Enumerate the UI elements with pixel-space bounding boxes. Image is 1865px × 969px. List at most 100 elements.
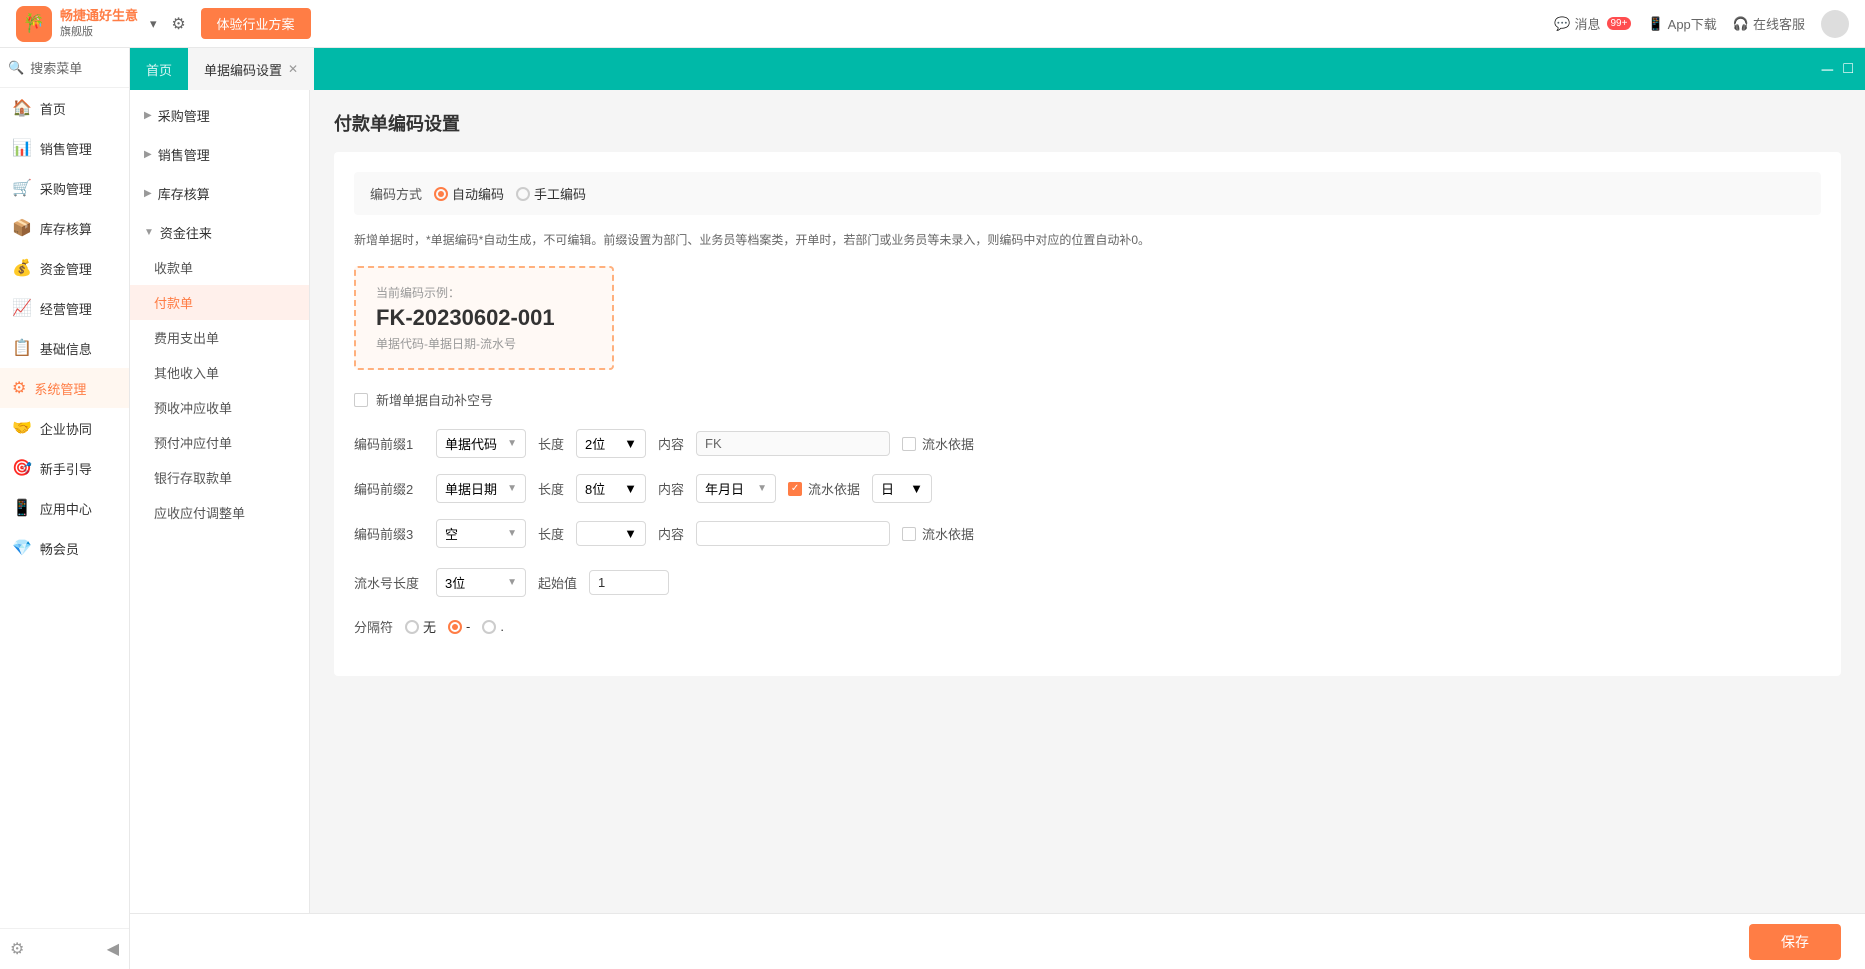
minimize-icon[interactable]: －: [1819, 57, 1835, 81]
messages-btn[interactable]: 💬 消息 99+: [1554, 14, 1631, 33]
sidebar-nav: 🏠 首页 📊 销售管理 🛒 采购管理 📦 库存核算 💰 资金管理 📈 经: [0, 88, 129, 928]
radio-none-icon: [405, 620, 419, 634]
sidebar-item-basic[interactable]: 📋 基础信息: [0, 328, 129, 368]
save-button[interactable]: 保存: [1749, 924, 1841, 960]
submenu-finance-title[interactable]: ▼ 资金往来: [130, 215, 309, 250]
submenu-item-advance-payment[interactable]: 预付冲应付单: [130, 425, 309, 460]
footer-collapse-icon[interactable]: ◀: [107, 939, 119, 959]
stream3-checkbox-row: 流水依据: [902, 524, 974, 543]
submenu-item-advance-receipt[interactable]: 预收冲应收单: [130, 390, 309, 425]
stream3-checkbox[interactable]: [902, 527, 916, 541]
length3-select[interactable]: ▼: [576, 521, 646, 546]
submenu-group-purchase: ▶ 采购管理: [130, 98, 309, 133]
chevron-down-icon: ▼: [507, 483, 517, 494]
stream2-checkbox-row: ✓ 流水依据: [788, 479, 860, 498]
stream2-period-select[interactable]: 日 ▼: [872, 474, 932, 503]
chevron-down-icon: ▼: [624, 436, 637, 451]
radio-dot-icon: [482, 620, 496, 634]
tab-close-icon[interactable]: ✕: [288, 62, 298, 76]
page-title: 付款单编码设置: [334, 110, 1841, 136]
submenu-item-bank[interactable]: 银行存取款单: [130, 460, 309, 495]
submenu-purchase-title[interactable]: ▶ 采购管理: [130, 98, 309, 133]
prefix3-select[interactable]: 空 ▼: [436, 519, 526, 548]
encoding-row1-label: 编码前缀1: [354, 434, 424, 453]
content3-label: 内容: [658, 524, 684, 543]
submenu-inventory-title[interactable]: ▶ 库存核算: [130, 176, 309, 211]
content1-input[interactable]: [696, 431, 890, 456]
sidebar-search[interactable]: 🔍 搜索菜单: [0, 48, 129, 88]
settings-icon-btn[interactable]: ⚙: [165, 10, 193, 38]
online-service-btn[interactable]: 🎧 在线客服: [1733, 14, 1805, 33]
length1-label: 长度: [538, 434, 564, 453]
length2-value: 8位: [585, 479, 605, 498]
serial-length-value: 3位: [445, 573, 465, 592]
footer-settings-icon[interactable]: ⚙: [10, 939, 24, 959]
submenu-item-expense[interactable]: 费用支出单: [130, 320, 309, 355]
submenu-inventory-label: 库存核算: [158, 184, 210, 203]
sidebar-item-guide[interactable]: 🎯 新手引导: [0, 448, 129, 488]
chevron-down-icon: ▼: [144, 227, 154, 238]
encoding-row2-label: 编码前缀2: [354, 479, 424, 498]
prefix1-select[interactable]: 单据代码 ▼: [436, 429, 526, 458]
serial-length-select[interactable]: 3位 ▼: [436, 568, 526, 597]
sidebar-item-label: 应用中心: [40, 499, 92, 518]
sidebar-item-inventory[interactable]: 📦 库存核算: [0, 208, 129, 248]
separator-dot-label: .: [500, 619, 504, 634]
user-avatar[interactable]: [1821, 10, 1849, 38]
home-icon: 🏠: [12, 98, 32, 118]
messages-badge: 99+: [1607, 17, 1632, 30]
tab-home[interactable]: 首页: [130, 48, 188, 90]
start-value-input[interactable]: [589, 570, 669, 595]
sidebar-item-home[interactable]: 🏠 首页: [0, 88, 129, 128]
prefix2-select[interactable]: 单据日期 ▼: [436, 474, 526, 503]
radio-manual-encoding[interactable]: 手工编码: [516, 184, 586, 203]
sidebar-item-label: 销售管理: [40, 139, 92, 158]
gear-icon: ⚙: [171, 14, 185, 34]
radio-auto-encoding[interactable]: 自动编码: [434, 184, 504, 203]
encoding-row-2: 编码前缀2 单据日期 ▼ 长度 8位 ▼ 内容: [354, 474, 1821, 503]
sidebar-item-system[interactable]: ⚙ 系统管理: [0, 368, 129, 408]
submenu-item-other-income[interactable]: 其他收入单: [130, 355, 309, 390]
content2-select[interactable]: 年月日 ▼: [696, 474, 776, 503]
sidebar-item-app-center[interactable]: 📱 应用中心: [0, 488, 129, 528]
stream2-checkbox[interactable]: ✓: [788, 482, 802, 496]
prefix3-value: 空: [445, 524, 458, 543]
sidebar-item-finance[interactable]: 💰 资金管理: [0, 248, 129, 288]
length2-select[interactable]: 8位 ▼: [576, 474, 646, 503]
encoding-row-3: 编码前缀3 空 ▼ 长度 ▼ 内容: [354, 519, 1821, 548]
sidebar-item-operations[interactable]: 📈 经营管理: [0, 288, 129, 328]
separator-dash[interactable]: -: [448, 619, 470, 634]
length1-select[interactable]: 2位 ▼: [576, 429, 646, 458]
sidebar-item-label: 企业协同: [40, 419, 92, 438]
app-download-btn[interactable]: 📱 App下载: [1647, 14, 1716, 33]
dropdown-arrow-icon: ▾: [150, 16, 157, 32]
sidebar-item-label: 采购管理: [40, 179, 92, 198]
submenu-item-adjustment[interactable]: 应收应付调整单: [130, 495, 309, 530]
main-layout: 🔍 搜索菜单 🏠 首页 📊 销售管理 🛒 采购管理 📦 库存核算 💰: [0, 48, 1865, 969]
start-value-label: 起始值: [538, 573, 577, 592]
submenu-sales-title[interactable]: ▶ 销售管理: [130, 137, 309, 172]
maximize-icon[interactable]: □: [1843, 60, 1853, 78]
submenu-item-payment[interactable]: 付款单: [130, 285, 309, 320]
sidebar-item-purchase[interactable]: 🛒 采购管理: [0, 168, 129, 208]
sidebar-item-sales[interactable]: 📊 销售管理: [0, 128, 129, 168]
separator-none[interactable]: 无: [405, 617, 436, 636]
separator-row: 分隔符 无 - .: [354, 617, 1821, 636]
separator-dot[interactable]: .: [482, 619, 504, 634]
encoding-method-label: 编码方式: [370, 184, 422, 203]
auto-fill-checkbox[interactable]: [354, 393, 368, 407]
message-icon: 💬: [1554, 16, 1570, 32]
tabbar: 首页 单据编码设置 ✕ － □: [130, 48, 1865, 90]
sidebar-item-vip[interactable]: 💎 畅会员: [0, 528, 129, 568]
experience-button[interactable]: 体验行业方案: [201, 8, 311, 39]
stream1-checkbox[interactable]: [902, 437, 916, 451]
submenu-item-receipt[interactable]: 收款单: [130, 250, 309, 285]
sidebar-item-label: 新手引导: [40, 459, 92, 478]
topbar-dropdown[interactable]: ▾: [150, 16, 157, 32]
submenu-sales-label: 销售管理: [158, 145, 210, 164]
content2-label: 内容: [658, 479, 684, 498]
tab-encoding[interactable]: 单据编码设置 ✕: [188, 48, 314, 90]
content3-input[interactable]: [696, 521, 890, 546]
auto-fill-label: 新增单据自动补空号: [376, 390, 493, 409]
sidebar-item-enterprise[interactable]: 🤝 企业协同: [0, 408, 129, 448]
